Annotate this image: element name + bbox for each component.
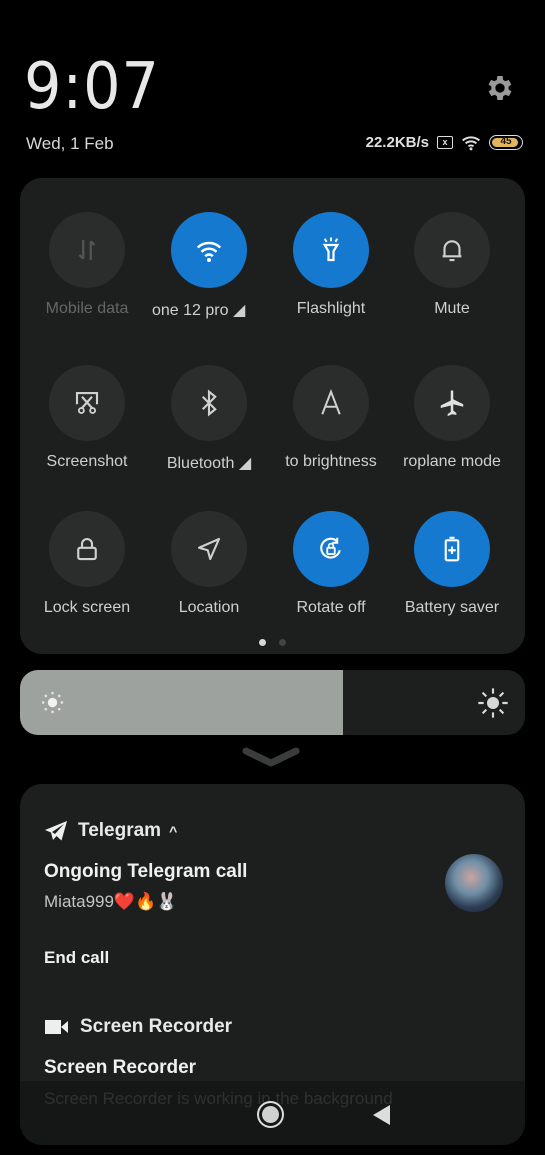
tile-mute[interactable]: Mute	[391, 212, 513, 318]
mobile-data-icon	[78, 240, 96, 260]
tile-button[interactable]	[171, 511, 247, 587]
tile-label: one 12 pro ◢	[152, 302, 246, 319]
tile-location[interactable]: Location	[148, 511, 270, 617]
app-name: Screen Recorder	[80, 1016, 233, 1037]
tile-button[interactable]	[293, 365, 369, 441]
location-icon	[197, 537, 221, 561]
auto-brightness-icon	[321, 388, 341, 415]
screenshot-icon	[75, 391, 99, 414]
notification-title: Screen Recorder	[44, 1057, 197, 1078]
notification-header[interactable]: Screen Recorder	[44, 1016, 232, 1038]
chevron-down-icon[interactable]	[241, 746, 301, 768]
sim-icon: x	[437, 136, 453, 149]
flashlight-icon	[322, 237, 340, 262]
home-button[interactable]	[257, 1101, 284, 1128]
date[interactable]: Wed, 1 Feb	[26, 134, 114, 154]
tile-bluetooth[interactable]: Bluetooth ◢	[148, 365, 270, 473]
battery-icon: 45	[489, 135, 523, 150]
tile-label: Screenshot	[46, 453, 128, 470]
tile-rotate[interactable]: Rotate off	[270, 511, 392, 617]
avatar	[445, 854, 503, 912]
app-name: Telegram	[78, 820, 162, 841]
tile-button[interactable]	[293, 511, 369, 587]
notification-title: Ongoing Telegram call	[44, 861, 248, 882]
tile-button[interactable]	[414, 511, 490, 587]
tile-button[interactable]	[414, 365, 490, 441]
tile-label: Bluetooth ◢	[166, 455, 252, 472]
expand-icon[interactable]: ^	[169, 823, 177, 839]
back-button[interactable]	[373, 1105, 390, 1125]
quick-settings-panel: Mobile data one 12 pro ◢ Flashlight Mute…	[20, 178, 525, 654]
navigation-bar	[20, 1081, 525, 1145]
video-camera-icon	[45, 1020, 68, 1034]
bluetooth-icon	[201, 389, 217, 417]
tile-label: Flashlight	[296, 300, 366, 317]
end-call-button[interactable]: End call	[44, 948, 109, 968]
brightness-slider[interactable]	[20, 670, 525, 735]
tile-label: Battery saver	[404, 599, 500, 616]
tile-label: to brightness	[285, 453, 377, 470]
airplane-icon	[440, 390, 464, 417]
gear-icon[interactable]	[484, 72, 516, 104]
notification-header[interactable]: Telegram ^	[44, 820, 177, 842]
battery-level: 45	[500, 136, 512, 147]
tile-wifi[interactable]: one 12 pro ◢	[148, 212, 270, 320]
tile-button[interactable]	[414, 212, 490, 288]
brightness-low-icon	[41, 691, 64, 714]
tile-button[interactable]	[171, 212, 247, 288]
tile-flashlight[interactable]: Flashlight	[270, 212, 392, 318]
lock-icon	[77, 538, 97, 561]
page-dot[interactable]	[279, 639, 286, 646]
tile-button[interactable]	[171, 365, 247, 441]
battery-saver-icon	[444, 536, 460, 562]
status-bar: 22.2KB/s x 45	[366, 134, 523, 151]
caller-name: Miata999❤️🔥🐰	[44, 892, 178, 911]
tile-label: Lock screen	[43, 599, 131, 616]
network-speed: 22.2KB/s	[365, 134, 429, 151]
tile-button[interactable]	[49, 511, 125, 587]
tile-lock-screen[interactable]: Lock screen	[26, 511, 148, 617]
brightness-high-icon	[478, 688, 508, 718]
tile-label: roplane mode	[403, 453, 501, 470]
clock[interactable]: 9:07	[24, 50, 160, 124]
tile-button[interactable]	[49, 212, 125, 288]
tile-button[interactable]	[293, 212, 369, 288]
tile-mobile-data[interactable]: Mobile data	[26, 212, 148, 318]
wifi-icon	[462, 135, 480, 150]
rotate-lock-icon	[320, 537, 341, 559]
tile-button[interactable]	[49, 365, 125, 441]
page-indicator	[20, 639, 525, 646]
brightness-fill[interactable]	[20, 670, 344, 735]
tile-label: Rotate off	[296, 599, 366, 616]
tile-battery-saver[interactable]: Battery saver	[391, 511, 513, 617]
telegram-icon	[45, 821, 67, 841]
tile-label: Location	[178, 599, 240, 616]
page-dot-active[interactable]	[259, 639, 266, 646]
tile-screenshot[interactable]: Screenshot	[26, 365, 148, 471]
bell-icon	[442, 240, 462, 262]
notification-panel: Telegram ^ Ongoing Telegram call Miata99…	[20, 784, 525, 1145]
tile-auto-brightness[interactable]: to brightness	[270, 365, 392, 471]
tile-label: Mobile data	[45, 300, 129, 317]
wifi-icon	[196, 241, 222, 262]
tile-label: Mute	[434, 300, 470, 317]
tile-airplane-mode[interactable]: roplane mode	[391, 365, 513, 471]
